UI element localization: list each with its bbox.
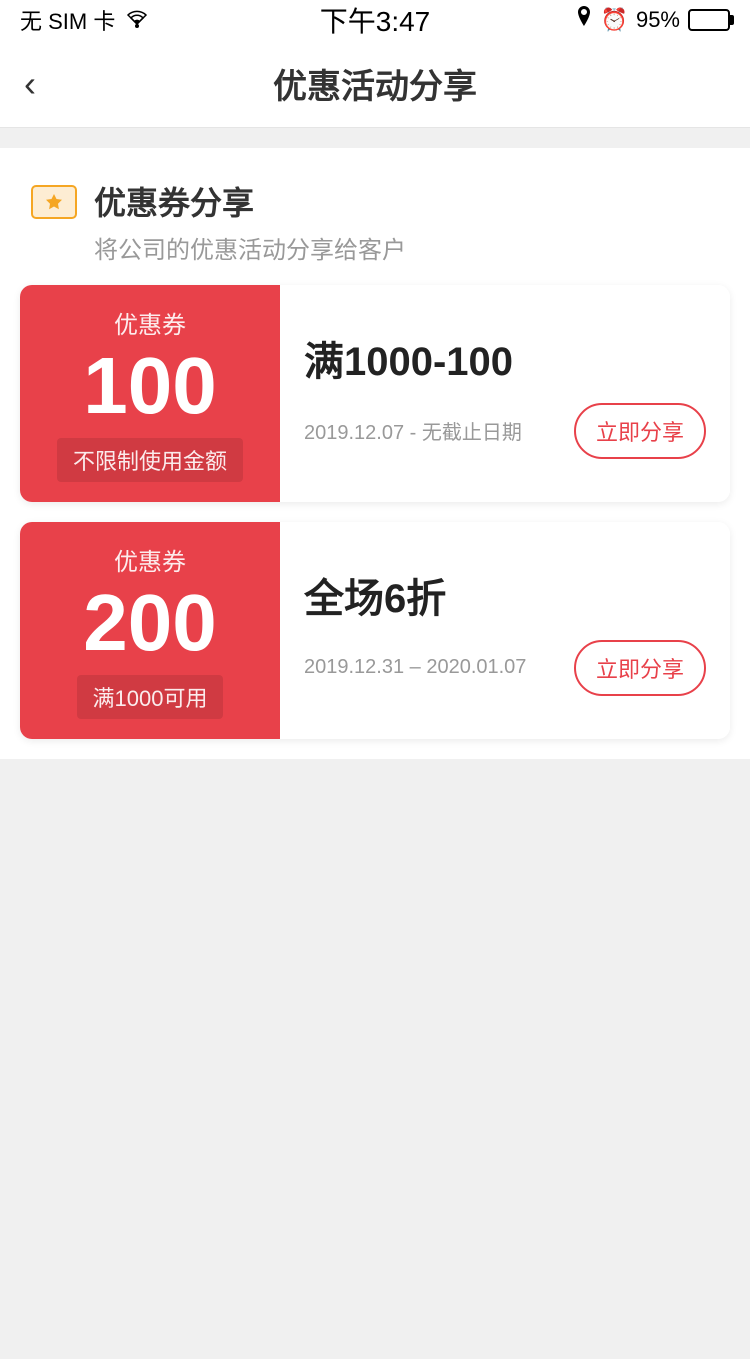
coupon-value-2: 200 (83, 583, 216, 663)
coupon-card-2: 优惠券 200 满1000可用 全场6折 2019.12.31 – 2020.0… (20, 522, 730, 739)
coupon-condition-2: 满1000可用 (77, 675, 224, 719)
coupon-date-1: 2019.12.07 - 无截止日期 (304, 416, 564, 445)
section-gap (0, 128, 750, 148)
section-title: 优惠券分享 (94, 178, 406, 224)
coupon-right-2: 全场6折 2019.12.31 – 2020.01.07 立即分享 (280, 522, 730, 739)
coupon-name-2: 全场6折 (304, 566, 706, 624)
battery-icon (688, 9, 730, 31)
bottom-empty-area (0, 759, 750, 1359)
coupon-list: 优惠券 100 不限制使用金额 满1000-100 2019.12.07 - 无… (0, 285, 750, 759)
coupon-value-1: 100 (83, 346, 216, 426)
coupon-right-1: 满1000-100 2019.12.07 - 无截止日期 立即分享 (280, 285, 730, 502)
status-right: ⏰ 95% (575, 6, 730, 34)
section-subtitle: 将公司的优惠活动分享给客户 (94, 230, 406, 265)
coupon-condition-1: 不限制使用金额 (57, 438, 243, 482)
coupon-label-1: 优惠券 (114, 305, 186, 340)
location-icon (575, 6, 593, 34)
alarm-icon: ⏰ (601, 7, 628, 33)
nav-bar: ‹ 优惠活动分享 (0, 40, 750, 128)
coupon-meta-1: 2019.12.07 - 无截止日期 立即分享 (304, 403, 706, 459)
status-time: 下午3:47 (320, 0, 431, 40)
share-button-2[interactable]: 立即分享 (574, 640, 706, 696)
coupon-name-1: 满1000-100 (304, 329, 706, 387)
coupon-left-2: 优惠券 200 满1000可用 (20, 522, 280, 739)
coupon-meta-2: 2019.12.31 – 2020.01.07 立即分享 (304, 640, 706, 696)
coupon-left-1: 优惠券 100 不限制使用金额 (20, 285, 280, 502)
coupon-label-2: 优惠券 (114, 542, 186, 577)
back-button[interactable]: ‹ (24, 63, 36, 105)
status-bar: 无 SIM 卡 下午3:47 ⏰ 95% (0, 0, 750, 40)
battery-text: 95% (636, 7, 680, 33)
status-left: 无 SIM 卡 (20, 4, 151, 36)
section-text-group: 优惠券分享 将公司的优惠活动分享给客户 (94, 178, 406, 265)
share-button-1[interactable]: 立即分享 (574, 403, 706, 459)
section-icon (30, 178, 78, 226)
carrier-text: 无 SIM 卡 (20, 4, 115, 36)
wifi-icon (123, 6, 151, 34)
page-title: 优惠活动分享 (273, 59, 477, 108)
coupon-card-1: 优惠券 100 不限制使用金额 满1000-100 2019.12.07 - 无… (20, 285, 730, 502)
coupon-date-2: 2019.12.31 – 2020.01.07 (304, 656, 564, 679)
back-arrow: ‹ (24, 63, 36, 105)
section-header: 优惠券分享 将公司的优惠活动分享给客户 (0, 148, 750, 285)
